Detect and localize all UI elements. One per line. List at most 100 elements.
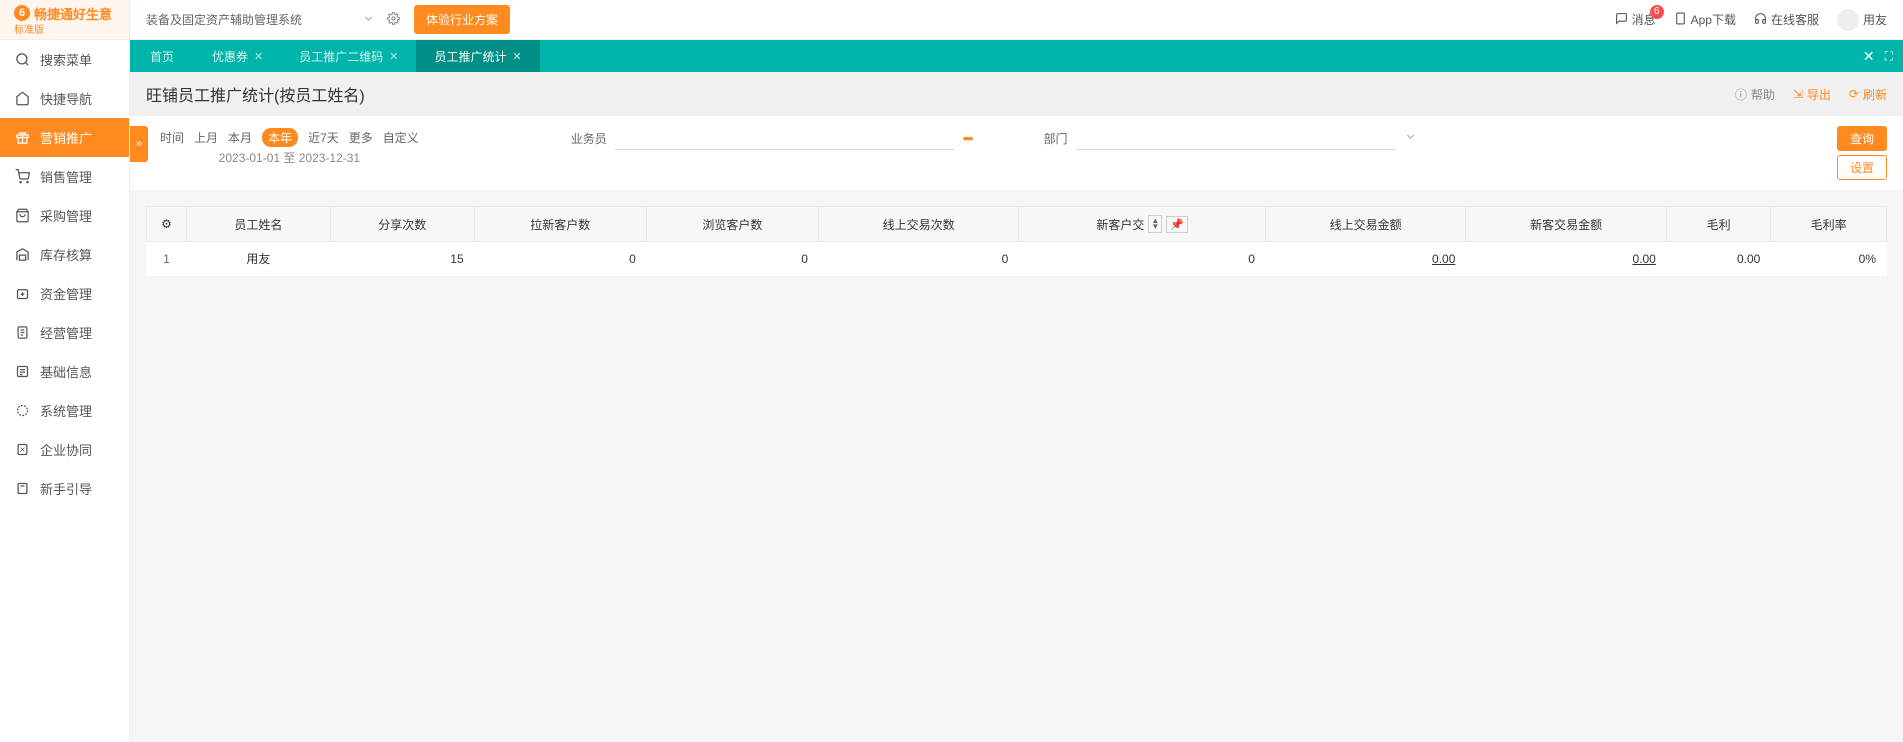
sidebar-item-basic-info[interactable]: 基础信息	[0, 352, 129, 391]
tab-label: 员工推广统计	[434, 48, 506, 65]
user-menu[interactable]: 用友	[1837, 9, 1887, 31]
cell-index: 1	[147, 242, 187, 276]
tab-coupon[interactable]: 优惠券 ✕	[194, 40, 281, 72]
date-range: 2023-01-01 至 2023-12-31	[219, 149, 360, 166]
system-name[interactable]: 装备及固定资产辅助管理系统	[146, 11, 302, 28]
top-header: 6 畅捷通好生意 标准版 装备及固定资产辅助管理系统 体验行业方案 消息 6 A…	[0, 0, 1903, 40]
share-icon	[14, 442, 30, 458]
sidebar-item-label: 库存核算	[40, 245, 92, 264]
sidebar-item-label: 快捷导航	[40, 89, 92, 108]
sidebar-item-operations[interactable]: 经营管理	[0, 313, 129, 352]
col-share-count[interactable]: 分享次数	[330, 207, 474, 242]
refresh-icon: ⟳	[1849, 87, 1859, 101]
help-icon: ⓘ	[1735, 86, 1747, 103]
more-icon[interactable]: •••	[963, 130, 972, 146]
logo-text: 畅捷通好生意	[34, 4, 112, 23]
sidebar-item-label: 企业协同	[40, 440, 92, 459]
sidebar-item-enterprise[interactable]: 企业协同	[0, 430, 129, 469]
col-new-cust-trans-amount[interactable]: 新客交易金额	[1466, 207, 1666, 242]
time-option-this-month[interactable]: 本月	[228, 129, 252, 146]
sidebar-item-label: 经营管理	[40, 323, 92, 342]
sidebar-item-search[interactable]: 搜索菜单	[0, 40, 129, 79]
chevron-down-icon[interactable]	[1404, 130, 1417, 146]
list-icon	[14, 364, 30, 380]
table-header-row: ⚙ 员工姓名 分享次数 拉新客户数 浏览客户数 线上交易次数 新客户交 ▲▼ 📌	[147, 207, 1887, 242]
sidebar-item-marketing[interactable]: 营销推广	[0, 118, 129, 157]
book-icon	[14, 481, 30, 497]
messages-badge: 6	[1650, 5, 1664, 19]
cell-name: 用友	[187, 242, 331, 276]
app-download-link[interactable]: App下载	[1674, 11, 1736, 28]
filter-row: » 时间 上月 本月 本年 近7天 更多 自定义 2023-01-01 至	[130, 116, 1903, 190]
refresh-link[interactable]: ⟳ 刷新	[1849, 86, 1887, 103]
time-option-last-month[interactable]: 上月	[194, 129, 218, 146]
search-icon	[14, 52, 30, 68]
sidebar-item-system[interactable]: 系统管理	[0, 391, 129, 430]
close-icon[interactable]: ✕	[389, 50, 398, 63]
time-option-custom[interactable]: 自定义	[383, 129, 419, 146]
department-input[interactable]	[1076, 126, 1396, 150]
col-profit-rate[interactable]: 毛利率	[1771, 207, 1887, 242]
industry-plan-button[interactable]: 体验行业方案	[414, 5, 510, 34]
page-title-row: 旺铺员工推广统计(按员工姓名) ⓘ 帮助 ⇲ 导出 ⟳ 刷新	[130, 72, 1903, 116]
export-icon: ⇲	[1793, 87, 1803, 101]
col-browse-customer[interactable]: 浏览客户数	[646, 207, 818, 242]
online-service-link[interactable]: 在线客服	[1754, 11, 1819, 28]
tabs-bar: 首页 优惠券 ✕ 员工推广二维码 ✕ 员工推广统计 ✕ ✕ ⛶	[130, 40, 1903, 72]
cell-online-trans-amount[interactable]: 0.00	[1265, 242, 1465, 276]
sidebar-item-sales[interactable]: 销售管理	[0, 157, 129, 196]
sidebar-item-quicknav[interactable]: 快捷导航	[0, 79, 129, 118]
cell-new-cust-trans-amount[interactable]: 0.00	[1466, 242, 1666, 276]
sidebar-item-label: 销售管理	[40, 167, 92, 186]
sidebar-item-label: 采购管理	[40, 206, 92, 225]
main-content: 首页 优惠券 ✕ 员工推广二维码 ✕ 员工推广统计 ✕ ✕ ⛶	[130, 40, 1903, 742]
data-table: ⚙ 员工姓名 分享次数 拉新客户数 浏览客户数 线上交易次数 新客户交 ▲▼ 📌	[146, 206, 1887, 276]
time-option-this-year[interactable]: 本年	[262, 128, 298, 147]
headset-icon	[1754, 12, 1767, 28]
tab-promotion-stats[interactable]: 员工推广统计 ✕	[416, 40, 539, 72]
close-all-icon[interactable]: ✕	[1863, 48, 1875, 65]
table-row[interactable]: 1 用友 15 0 0 0 0 0.00 0.00 0.00 0%	[147, 242, 1887, 276]
sidebar-item-label: 基础信息	[40, 362, 92, 381]
setting-button[interactable]: 设置	[1837, 155, 1887, 180]
gear-icon[interactable]	[387, 12, 400, 28]
bag-icon	[14, 208, 30, 224]
close-icon[interactable]: ✕	[254, 50, 263, 63]
col-new-customer[interactable]: 拉新客户数	[474, 207, 646, 242]
query-button[interactable]: 查询	[1837, 126, 1887, 151]
sort-icon[interactable]: ▲▼	[1148, 215, 1162, 233]
export-link[interactable]: ⇲ 导出	[1793, 86, 1831, 103]
pin-icon[interactable]: 📌	[1166, 216, 1188, 233]
messages-link[interactable]: 消息 6	[1615, 11, 1656, 28]
col-online-trans-amount[interactable]: 线上交易金额	[1265, 207, 1465, 242]
avatar-icon	[1837, 9, 1859, 31]
tab-home[interactable]: 首页	[130, 40, 194, 72]
salesperson-input[interactable]	[615, 126, 955, 150]
sidebar-item-funds[interactable]: 资金管理	[0, 274, 129, 313]
sidebar-item-label: 搜索菜单	[40, 50, 92, 69]
col-profit[interactable]: 毛利	[1666, 207, 1771, 242]
time-option-last-7-days[interactable]: 近7天	[308, 129, 339, 146]
tab-qr-code[interactable]: 员工推广二维码 ✕	[281, 40, 416, 72]
data-table-wrap: ⚙ 员工姓名 分享次数 拉新客户数 浏览客户数 线上交易次数 新客户交 ▲▼ 📌	[146, 206, 1887, 276]
sidebar-item-guide[interactable]: 新手引导	[0, 469, 129, 508]
chevron-down-icon[interactable]	[362, 12, 375, 28]
column-config[interactable]: ⚙	[147, 207, 187, 242]
cell-new-cust-trans: 0	[1019, 242, 1266, 276]
close-icon[interactable]: ✕	[513, 50, 522, 63]
collapse-handle[interactable]: »	[130, 126, 148, 162]
col-label: 新客户交	[1096, 216, 1144, 233]
col-new-cust-trans[interactable]: 新客户交 ▲▼ 📌	[1019, 207, 1266, 242]
sidebar-item-purchase[interactable]: 采购管理	[0, 196, 129, 235]
help-link[interactable]: ⓘ 帮助	[1735, 86, 1775, 103]
col-online-trans-count[interactable]: 线上交易次数	[818, 207, 1018, 242]
gear-icon: ⚙	[161, 217, 172, 231]
col-employee-name[interactable]: 员工姓名	[187, 207, 331, 242]
user-name: 用友	[1863, 11, 1887, 28]
expand-icon[interactable]: ⛶	[1885, 49, 1893, 64]
logo-subtitle: 标准版	[14, 21, 44, 36]
logo-block: 6 畅捷通好生意 标准版	[0, 0, 130, 39]
sidebar-item-inventory[interactable]: 库存核算	[0, 235, 129, 274]
time-option-more[interactable]: 更多	[349, 129, 373, 146]
cell-profit: 0.00	[1666, 242, 1771, 276]
